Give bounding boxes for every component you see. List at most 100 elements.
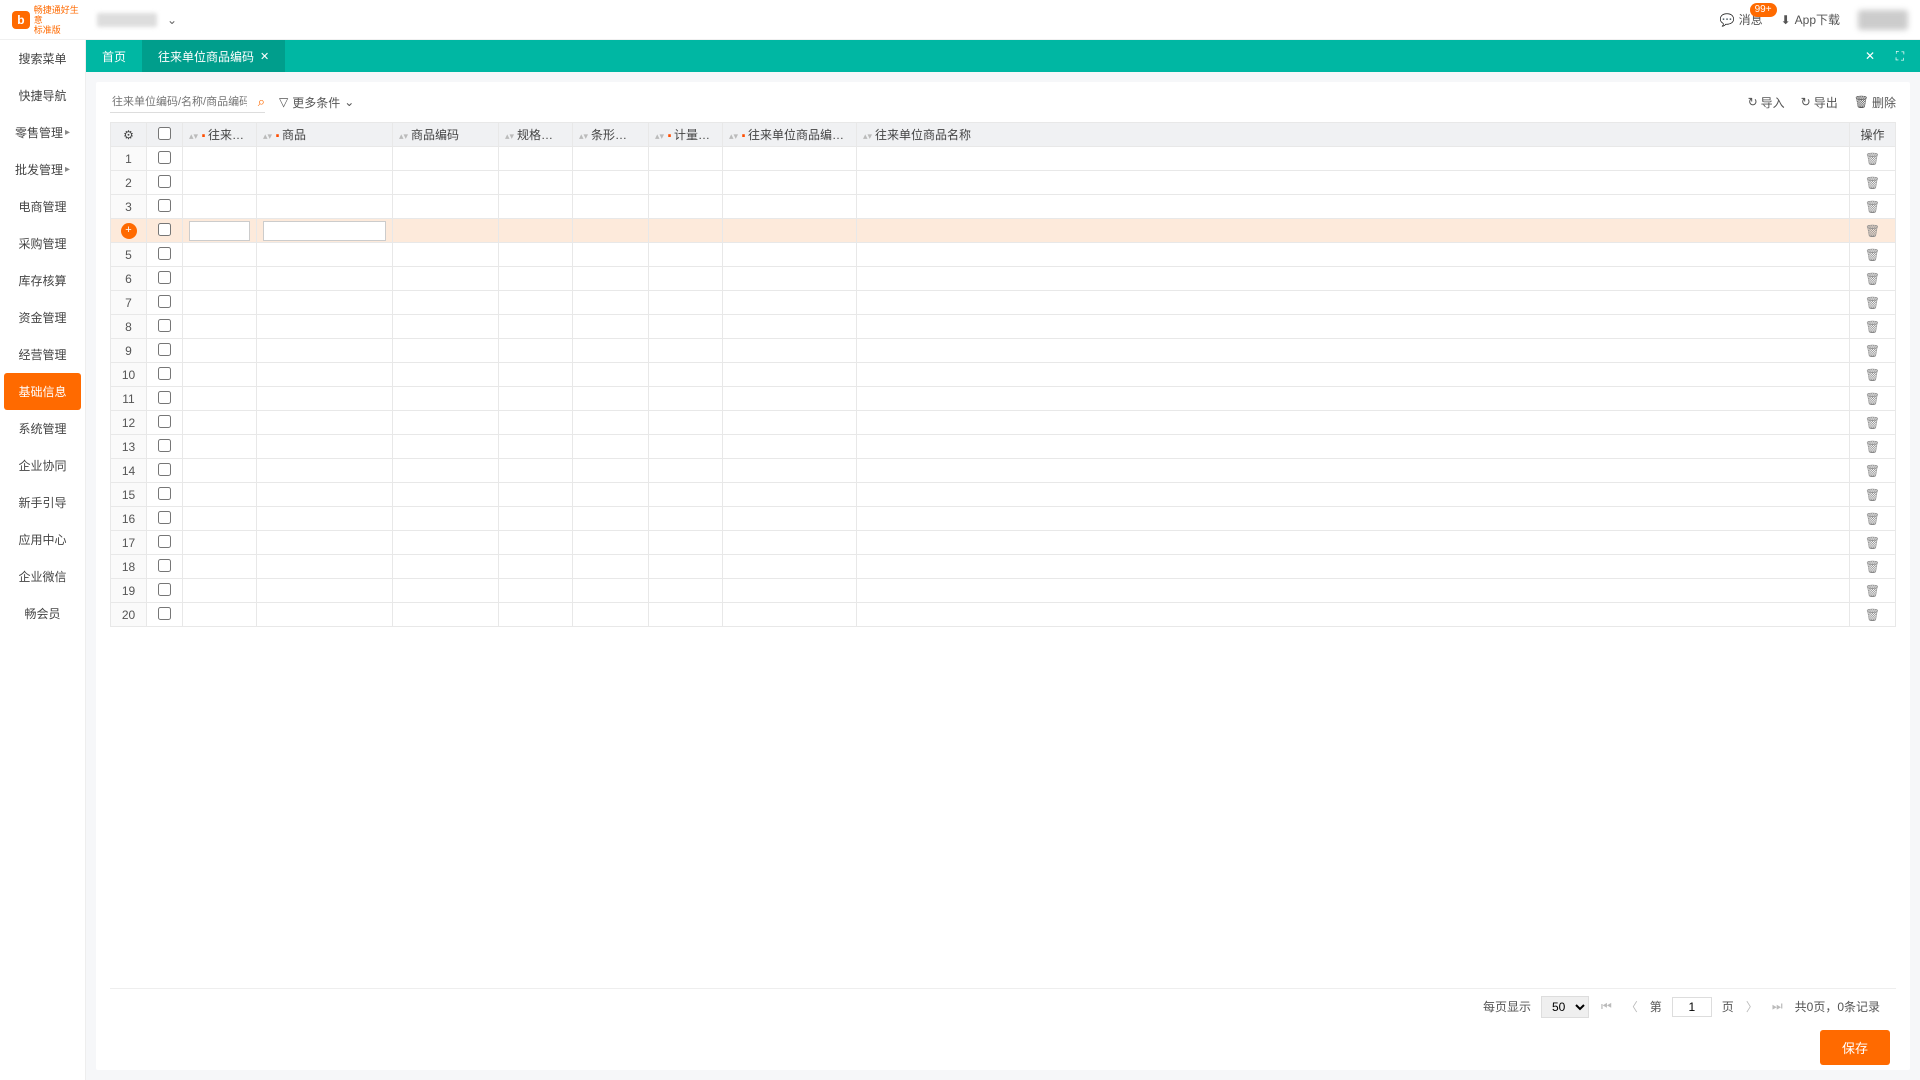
data-cell[interactable] xyxy=(649,267,723,291)
data-cell[interactable] xyxy=(573,555,649,579)
import-button[interactable]: ↻导入 xyxy=(1748,94,1785,111)
data-cell[interactable] xyxy=(183,219,257,243)
data-cell[interactable] xyxy=(393,267,499,291)
data-cell[interactable] xyxy=(257,267,393,291)
data-cell[interactable] xyxy=(649,363,723,387)
data-cell[interactable] xyxy=(393,339,499,363)
data-cell[interactable] xyxy=(499,219,573,243)
data-cell[interactable] xyxy=(649,459,723,483)
data-cell[interactable] xyxy=(183,555,257,579)
data-cell[interactable] xyxy=(649,411,723,435)
data-cell[interactable] xyxy=(257,579,393,603)
data-cell[interactable] xyxy=(649,555,723,579)
data-cell[interactable] xyxy=(183,291,257,315)
sidebar-item-7[interactable]: 资金管理 xyxy=(0,299,85,336)
data-cell[interactable] xyxy=(183,459,257,483)
tab-current[interactable]: 往来单位商品编码 ✕ xyxy=(142,40,285,72)
row-checkbox[interactable] xyxy=(158,151,171,164)
data-cell[interactable] xyxy=(857,339,1850,363)
row-checkbox[interactable] xyxy=(158,199,171,212)
row-checkbox[interactable] xyxy=(158,343,171,356)
data-cell[interactable] xyxy=(723,147,857,171)
app-download-button[interactable]: ⬇ App下载 xyxy=(1781,11,1840,28)
data-cell[interactable] xyxy=(649,483,723,507)
per-page-select[interactable]: 50 xyxy=(1541,996,1589,1018)
data-cell[interactable] xyxy=(857,603,1850,627)
data-cell[interactable] xyxy=(723,603,857,627)
data-cell[interactable] xyxy=(499,483,573,507)
data-cell[interactable] xyxy=(183,171,257,195)
data-cell[interactable] xyxy=(573,603,649,627)
search-input[interactable] xyxy=(110,92,265,113)
data-cell[interactable] xyxy=(499,291,573,315)
col-code[interactable]: ▴▾商品编码 xyxy=(393,123,499,147)
data-cell[interactable] xyxy=(499,435,573,459)
data-cell[interactable] xyxy=(857,579,1850,603)
data-cell[interactable] xyxy=(573,459,649,483)
data-cell[interactable] xyxy=(723,555,857,579)
row-checkbox[interactable] xyxy=(158,247,171,260)
row-delete-button[interactable]: 🗑 xyxy=(1865,344,1880,358)
data-cell[interactable] xyxy=(393,459,499,483)
data-cell[interactable] xyxy=(649,339,723,363)
data-cell[interactable] xyxy=(183,579,257,603)
data-cell[interactable] xyxy=(573,411,649,435)
data-cell[interactable] xyxy=(573,219,649,243)
data-cell[interactable] xyxy=(257,243,393,267)
row-delete-button[interactable]: 🗑 xyxy=(1865,248,1880,262)
data-cell[interactable] xyxy=(723,171,857,195)
col-pcode[interactable]: ▴▾往来单位商品编… xyxy=(723,123,857,147)
row-delete-button[interactable]: 🗑 xyxy=(1865,488,1880,502)
data-cell[interactable] xyxy=(183,387,257,411)
sidebar-item-15[interactable]: 畅会员 xyxy=(0,595,85,632)
data-cell[interactable] xyxy=(183,315,257,339)
row-checkbox[interactable] xyxy=(158,223,171,236)
sidebar-item-5[interactable]: 采购管理 xyxy=(0,225,85,262)
data-cell[interactable] xyxy=(183,339,257,363)
row-checkbox[interactable] xyxy=(158,367,171,380)
data-cell[interactable] xyxy=(183,483,257,507)
data-cell[interactable] xyxy=(257,555,393,579)
data-cell[interactable] xyxy=(723,435,857,459)
sidebar-item-10[interactable]: 系统管理 xyxy=(0,410,85,447)
data-cell[interactable] xyxy=(183,411,257,435)
data-cell[interactable] xyxy=(649,603,723,627)
data-cell[interactable] xyxy=(499,531,573,555)
row-delete-button[interactable]: 🗑 xyxy=(1865,200,1880,214)
messages-button[interactable]: 💬 消息 99+ xyxy=(1720,11,1763,28)
sidebar-item-12[interactable]: 新手引导 xyxy=(0,484,85,521)
data-cell[interactable] xyxy=(723,315,857,339)
row-delete-button[interactable]: 🗑 xyxy=(1865,392,1880,406)
data-cell[interactable] xyxy=(393,531,499,555)
cell-input[interactable] xyxy=(263,221,386,241)
data-cell[interactable] xyxy=(573,579,649,603)
data-cell[interactable] xyxy=(183,363,257,387)
data-cell[interactable] xyxy=(393,243,499,267)
data-cell[interactable] xyxy=(183,507,257,531)
data-cell[interactable] xyxy=(499,267,573,291)
data-cell[interactable] xyxy=(183,147,257,171)
data-cell[interactable] xyxy=(723,291,857,315)
data-cell[interactable] xyxy=(723,387,857,411)
data-cell[interactable] xyxy=(649,219,723,243)
page-input[interactable] xyxy=(1672,997,1712,1017)
row-delete-button[interactable]: 🗑 xyxy=(1865,512,1880,526)
data-cell[interactable] xyxy=(649,507,723,531)
sidebar-item-11[interactable]: 企业协同 xyxy=(0,447,85,484)
data-cell[interactable] xyxy=(649,435,723,459)
data-cell[interactable] xyxy=(499,411,573,435)
data-cell[interactable] xyxy=(499,147,573,171)
data-cell[interactable] xyxy=(573,195,649,219)
data-cell[interactable] xyxy=(857,171,1850,195)
sidebar-item-1[interactable]: 快捷导航 xyxy=(0,77,85,114)
col-spec[interactable]: ▴▾规格… xyxy=(499,123,573,147)
avatar[interactable] xyxy=(1858,10,1908,30)
data-cell[interactable] xyxy=(649,387,723,411)
data-cell[interactable] xyxy=(499,315,573,339)
data-cell[interactable] xyxy=(257,483,393,507)
row-delete-button[interactable]: 🗑 xyxy=(1865,560,1880,574)
add-row-button[interactable]: + xyxy=(121,223,137,239)
row-checkbox[interactable] xyxy=(158,559,171,572)
data-cell[interactable] xyxy=(257,171,393,195)
row-delete-button[interactable]: 🗑 xyxy=(1865,464,1880,478)
